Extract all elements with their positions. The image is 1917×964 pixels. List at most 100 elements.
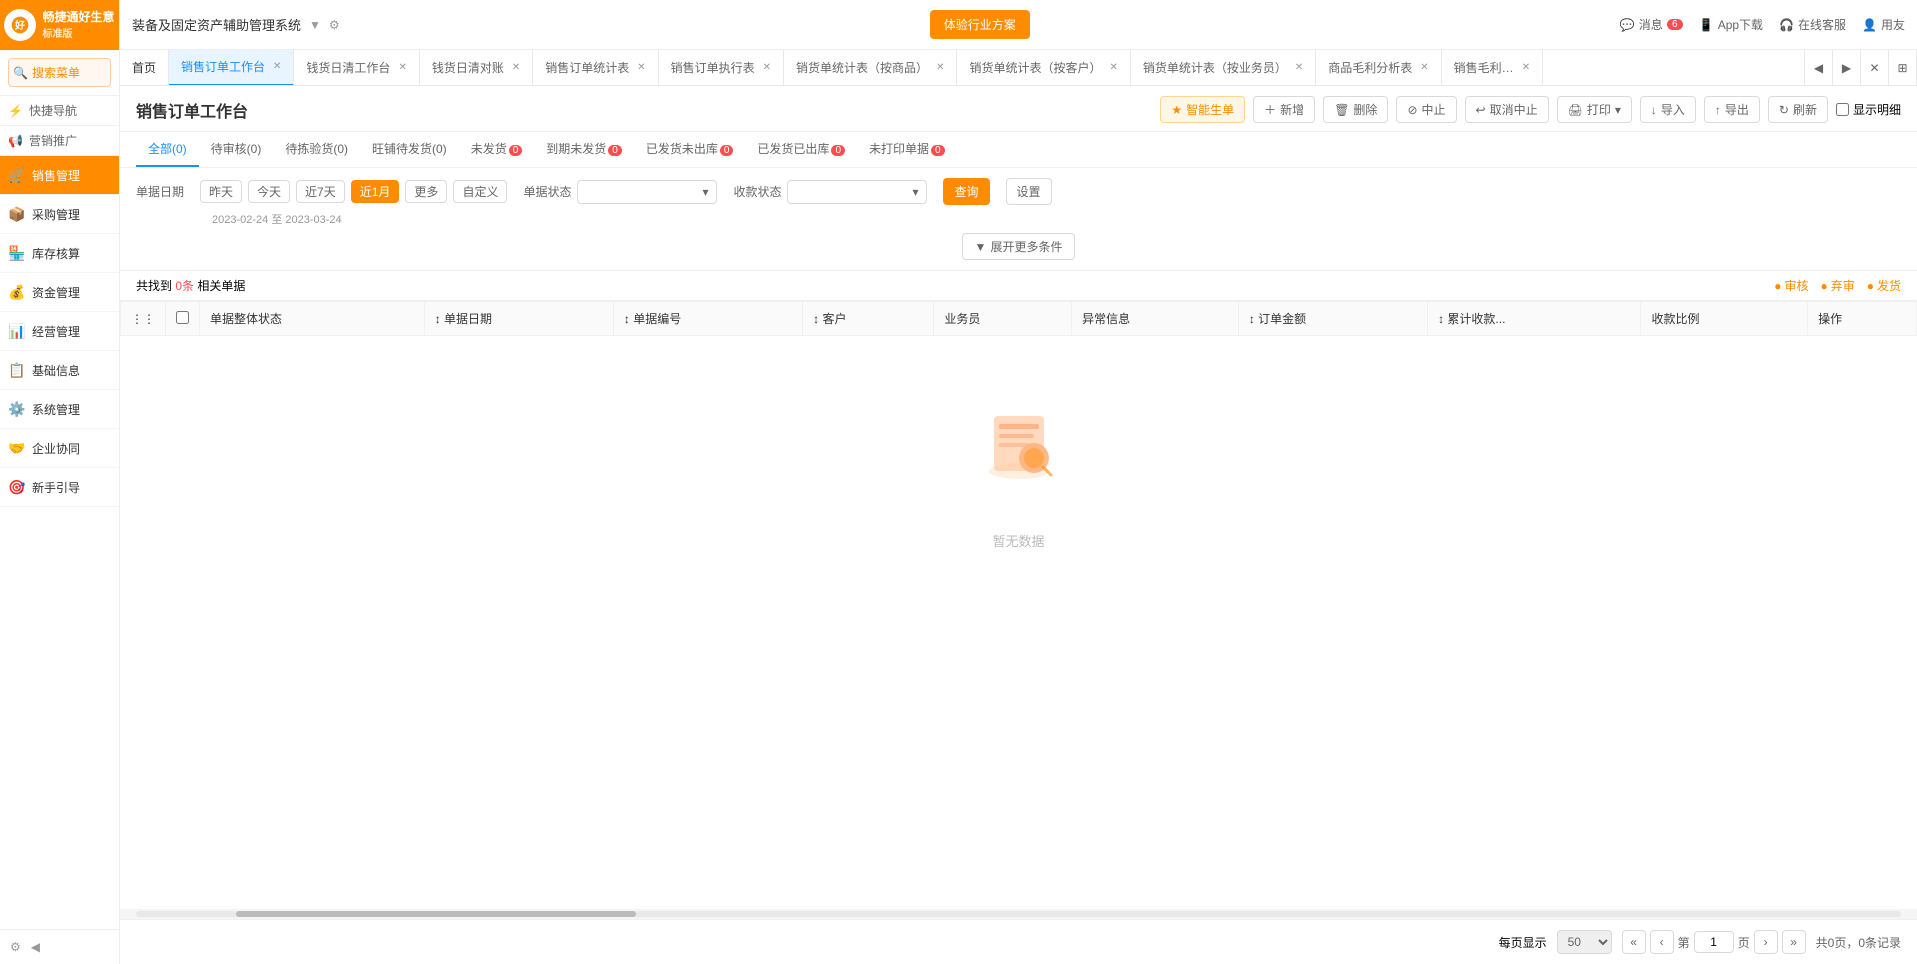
sub-tab-overdue-unshipped[interactable]: 到期未发货0 [534,132,634,167]
search-menu-button[interactable]: 🔍 搜索菜单 [8,58,111,87]
tab-sales-workbench[interactable]: 销售订单工作台 ✕ [169,50,294,86]
settings-filter-button[interactable]: 设置 [1006,178,1052,205]
sidebar-item-quick-nav[interactable]: ⚡ 快捷导航 [0,96,119,126]
tab-close-cash-daily[interactable]: ✕ [398,62,406,73]
payment-select[interactable]: ▾ [787,180,927,204]
app-download-item[interactable]: 📱 App下载 [1699,16,1763,33]
prev-page-button[interactable]: ‹ [1650,930,1674,954]
ship-button[interactable]: ● 发货 [1867,277,1901,294]
tab-sales-by-customer[interactable]: 销货单统计表（按客户） ✕ [957,50,1130,86]
sub-tab-pending-check[interactable]: 待拣验货(0) [273,132,360,167]
stop-label: 中止 [1422,101,1446,118]
horizontal-scrollbar[interactable] [120,909,1917,919]
results-bar: 共找到 0条 相关单据 ● 审核 ● 弃审 ● 发货 [120,271,1917,301]
export-button[interactable]: ↑ 导出 [1704,96,1760,123]
tab-prev-button[interactable]: ◀ [1805,50,1833,86]
sidebar-item-marketing[interactable]: 📢 营销推广 [0,126,119,156]
tab-close-sales-by-customer[interactable]: ✕ [1109,62,1117,73]
tab-close-sales-stat[interactable]: ✕ [637,62,645,73]
sub-tab-unprinted[interactable]: 未打印单据0 [857,132,957,167]
tab-sales-extra[interactable]: 销售毛利… ✕ [1442,50,1543,86]
plus-icon: ＋ [1264,101,1276,118]
show-detail-checkbox[interactable]: 显示明细 [1836,101,1901,118]
tab-close-sales-by-product[interactable]: ✕ [936,62,944,73]
query-button[interactable]: 查询 [943,178,989,205]
sidebar-item-finance[interactable]: 💰 资金管理 [0,273,119,312]
sidebar-item-inventory[interactable]: 🏪 库存核算 [0,234,119,273]
tab-close-sales-exec[interactable]: ✕ [763,62,771,73]
tab-sales-exec[interactable]: 销售订单执行表 ✕ [659,50,784,86]
marketing-label: 营销推广 [29,132,77,149]
sidebar-item-newbie[interactable]: 🎯 新手引导 [0,468,119,507]
page-number-input[interactable] [1694,931,1734,953]
date-btn-yesterday[interactable]: 昨天 [200,180,242,203]
scrollbar-thumb[interactable] [236,911,636,917]
last-page-button[interactable]: » [1782,930,1806,954]
stop-button[interactable]: ⊘ 中止 [1396,96,1456,123]
search-menu-label: 搜索菜单 [32,64,80,81]
status-select-arrow: ▾ [702,185,708,199]
sub-tab-shipped-not-out[interactable]: 已发货未出库0 [634,132,746,167]
sidebar-item-purchase[interactable]: 📦 采购管理 [0,195,119,234]
collapse-icon[interactable]: ◀ [31,940,40,954]
date-btn-7days[interactable]: 近7天 [296,180,345,203]
tab-close-cash-reconcile[interactable]: ✕ [512,62,520,73]
audit-button[interactable]: ● 审核 [1774,277,1808,294]
sub-tab-wangpu-ship[interactable]: 旺铺待发货(0) [360,132,459,167]
date-btn-more[interactable]: 更多 [405,180,447,203]
sidebar-item-sales[interactable]: 🛒 销售管理 [0,156,119,195]
sidebar-item-enterprise[interactable]: 🤝 企业协同 [0,429,119,468]
industry-solution-button[interactable]: 体验行业方案 [930,10,1030,39]
tab-close-sales-workbench[interactable]: ✕ [273,61,281,72]
delete-button[interactable]: 🗑 删除 [1323,96,1388,123]
user-item[interactable]: 👤 用友 [1862,16,1905,33]
tab-expand-button[interactable]: ⊞ [1889,50,1917,86]
tab-close-sales-by-staff[interactable]: ✕ [1295,62,1303,73]
smart-create-button[interactable]: ★ 智能生单 [1160,96,1245,123]
tab-cash-reconcile[interactable]: 钱货日清对账 ✕ [420,50,533,86]
show-detail-input[interactable] [1836,103,1849,116]
tab-gross-profit[interactable]: 商品毛利分析表 ✕ [1316,50,1441,86]
settings-gear-icon[interactable]: ⚙ [329,18,340,32]
expand-filter-button[interactable]: ▼ 展开更多条件 [962,233,1076,260]
tab-sales-stat[interactable]: 销售订单统计表 ✕ [533,50,658,86]
tab-close-gross-profit[interactable]: ✕ [1420,62,1428,73]
sub-tab-all[interactable]: 全部(0) [136,132,199,167]
operation-col-label: 操作 [1818,312,1842,326]
add-button[interactable]: ＋ 新增 [1253,96,1315,123]
status-select[interactable]: ▾ [577,180,717,204]
date-btn-1month[interactable]: 近1月 [351,180,400,203]
print-button[interactable]: 🖨 打印 ▾ [1557,96,1632,123]
message-item[interactable]: 💬 消息 6 [1620,16,1683,33]
tab-close-sales-extra[interactable]: ✕ [1522,62,1530,73]
cancel-audit-button[interactable]: ● 弃审 [1820,277,1854,294]
sub-tab-shipped-out[interactable]: 已发货已出库0 [745,132,857,167]
tab-next-button[interactable]: ▶ [1833,50,1861,86]
sidebar-item-basic[interactable]: 📋 基础信息 [0,351,119,390]
tab-sales-by-product[interactable]: 销货单统计表（按商品） ✕ [784,50,957,86]
date-btn-custom[interactable]: 自定义 [453,180,507,203]
cancel-stop-button[interactable]: ↩ 取消中止 [1465,96,1549,123]
received-col-label: ↕ 累计收款... [1438,312,1505,326]
sidebar-item-operation[interactable]: 📊 经营管理 [0,312,119,351]
refresh-button[interactable]: ↻ 刷新 [1768,96,1828,123]
select-all-checkbox[interactable] [176,311,189,324]
date-filter-label: 单据日期 [136,183,184,200]
first-page-button[interactable]: « [1622,930,1646,954]
next-page-button[interactable]: › [1754,930,1778,954]
date-btn-today[interactable]: 今天 [248,180,290,203]
import-button[interactable]: ↓ 导入 [1640,96,1696,123]
online-service-item[interactable]: 🎧 在线客服 [1779,16,1846,33]
tab-sales-by-staff[interactable]: 销货单统计表（按业务员） ✕ [1131,50,1316,86]
settings-icon[interactable]: ⚙ [10,940,21,954]
per-page-select[interactable]: 50 20 100 [1557,930,1612,954]
sub-tab-pending-audit[interactable]: 待审核(0) [199,132,274,167]
sidebar-item-label-newbie: 新手引导 [32,479,80,496]
tab-cash-daily[interactable]: 钱货日清工作台 ✕ [294,50,419,86]
tab-close-all-button[interactable]: ✕ [1861,50,1889,86]
sidebar-item-system[interactable]: ⚙️ 系统管理 [0,390,119,429]
ship-label: 发货 [1877,277,1901,294]
sidebar-item-label-inventory: 库存核算 [32,245,80,262]
tab-home[interactable]: 首页 [120,50,169,86]
sub-tab-unshipped[interactable]: 未发货0 [459,132,535,167]
